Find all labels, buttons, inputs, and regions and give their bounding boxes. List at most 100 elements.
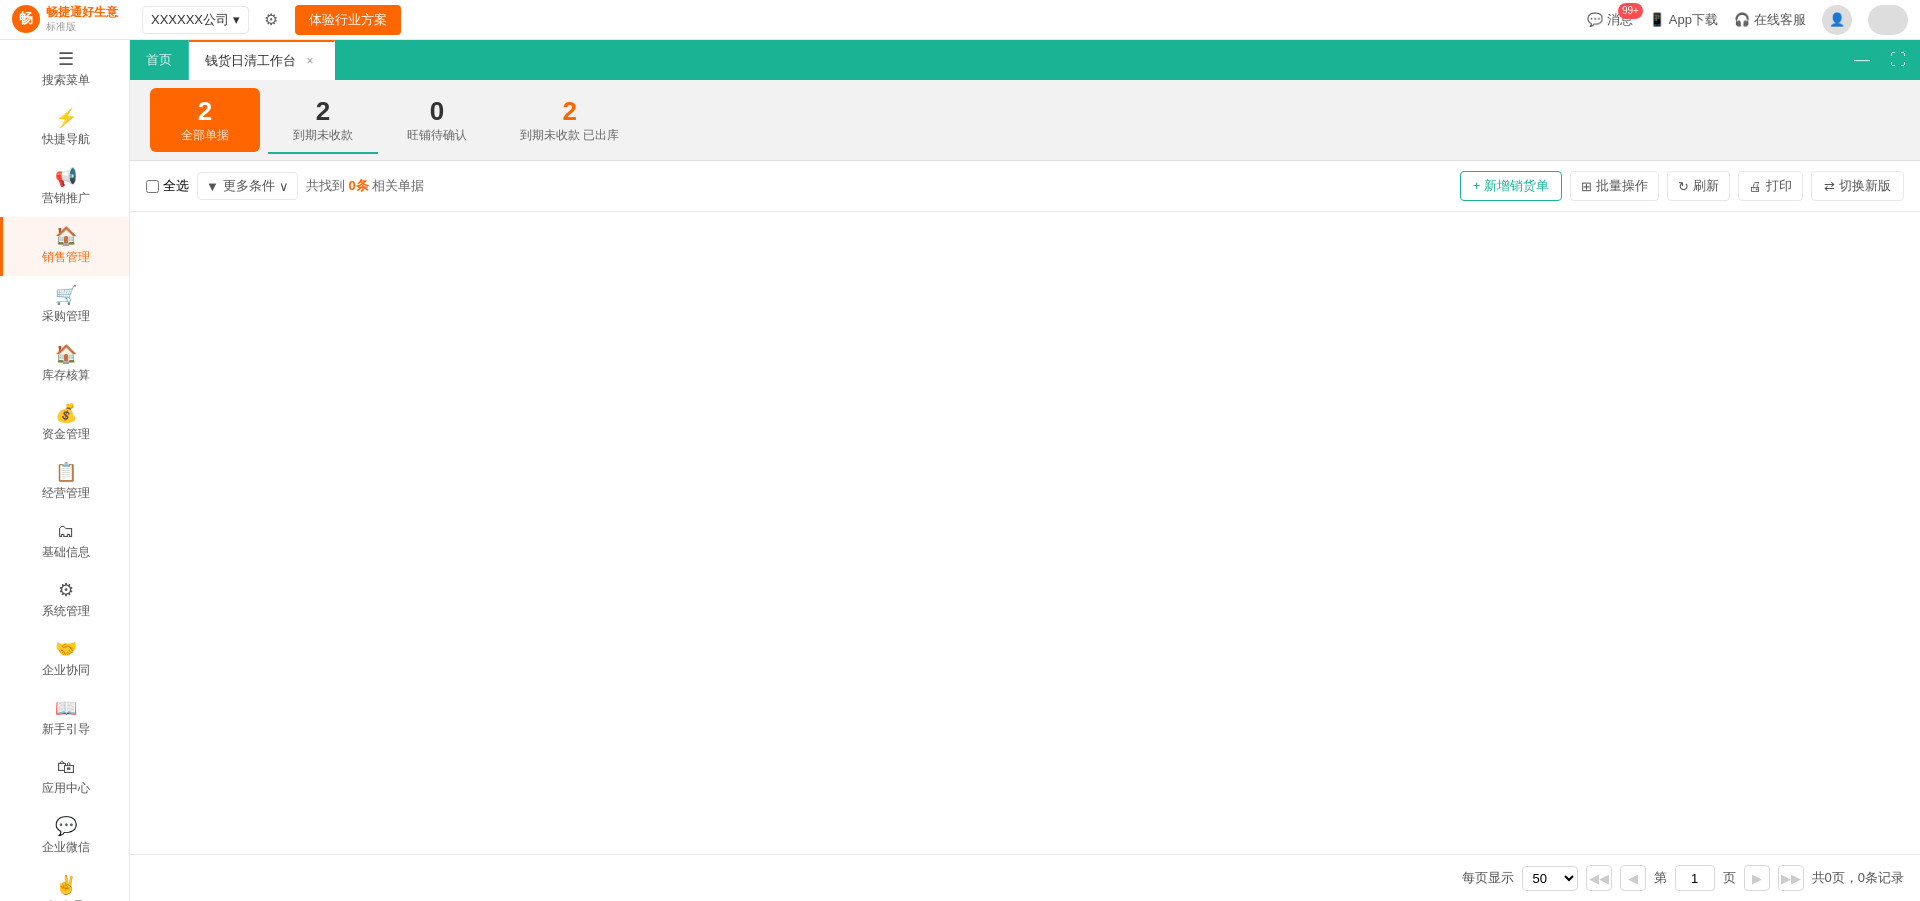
overdue-unpaid-label: 到期未收款 — [293, 127, 353, 144]
result-text: 共找到 0条 相关单据 — [306, 177, 424, 195]
stat-overdue-unpaid[interactable]: 2 到期未收款 — [268, 86, 378, 154]
quick-nav-icon: ⚡ — [55, 109, 77, 127]
sidebar-item-wechat[interactable]: 💬 企业微信 — [0, 807, 129, 866]
last-page-button[interactable]: ▶▶ — [1778, 865, 1804, 891]
filter-label: 更多条件 — [223, 177, 275, 195]
sidebar-item-guide[interactable]: 📖 新手引导 — [0, 689, 129, 748]
purchase-icon: 🛒 — [55, 286, 77, 304]
select-all-checkbox[interactable]: 全选 — [146, 177, 189, 195]
sidebar-label-finance: 资金管理 — [42, 426, 90, 443]
prev-page-button[interactable]: ◀ — [1620, 865, 1646, 891]
wechat-icon: 💬 — [55, 817, 77, 835]
sidebar-item-member[interactable]: ✌ 畅会员 — [0, 866, 129, 901]
sidebar-label-wechat: 企业微信 — [42, 839, 90, 856]
all-orders-label: 全部单据 — [181, 127, 229, 144]
logo-icon: 畅 — [12, 5, 40, 33]
sidebar-label-marketing: 营销推广 — [42, 190, 90, 207]
select-all-input[interactable] — [146, 180, 159, 193]
sidebar-label-purchase: 采购管理 — [42, 308, 90, 325]
sidebar-label-inventory: 库存核算 — [42, 367, 90, 384]
next-page-button[interactable]: ▶ — [1744, 865, 1770, 891]
refresh-button[interactable]: ↻ 刷新 — [1667, 171, 1730, 201]
sidebar-label-sales: 销售管理 — [42, 249, 90, 266]
sidebar-item-system[interactable]: ⚙ 系统管理 — [0, 571, 129, 630]
per-page-label: 每页显示 — [1462, 869, 1514, 887]
sidebar-item-quick-nav[interactable]: ⚡ 快捷导航 — [0, 99, 129, 158]
select-all-label: 全选 — [163, 177, 189, 195]
sidebar-item-basic-info[interactable]: 🗂 基础信息 — [0, 512, 129, 571]
content-area: 首页 钱货日清工作台 × — ⛶ 2 全部单据 2 — [130, 40, 1920, 901]
company-name: XXXXXX公司 — [151, 11, 229, 29]
system-icon: ⚙ — [58, 581, 74, 599]
message-icon: 💬 — [1587, 12, 1603, 27]
sidebar-label-operations: 经营管理 — [42, 485, 90, 502]
service-label: 在线客服 — [1754, 11, 1806, 29]
sidebar-item-marketing[interactable]: 📢 营销推广 — [0, 158, 129, 217]
app-center-icon: 🛍 — [57, 758, 75, 776]
batch-icon: ⊞ — [1581, 179, 1592, 194]
tab-workbench[interactable]: 钱货日清工作台 × — [189, 40, 335, 80]
toolbar: 全选 ▼ 更多条件 ∨ 共找到 0条 相关单据 + 新增销货单 ⊞ 批量操作 — [130, 161, 1920, 212]
print-label: 打印 — [1766, 177, 1792, 195]
switch-version-button[interactable]: ⇄ 切换新版 — [1811, 171, 1904, 201]
avatar[interactable]: 👤 — [1822, 5, 1852, 35]
tab-minimize-button[interactable]: — — [1848, 46, 1876, 74]
stat-wangpu-confirm[interactable]: 0 旺铺待确认 — [382, 86, 492, 154]
header-right: 💬 消息 99+ 📱 App下载 🎧 在线客服 👤 — [1587, 5, 1908, 35]
basic-info-icon: 🗂 — [57, 522, 75, 540]
tab-underline — [268, 152, 378, 154]
page-number-input[interactable] — [1675, 865, 1715, 891]
sidebar-item-search-menu[interactable]: ☰ 搜索菜单 — [0, 40, 129, 99]
sidebar-item-inventory[interactable]: 🏠 库存核算 — [0, 335, 129, 394]
stat-overdue-shipped[interactable]: 2 到期未收款 已出库 — [496, 86, 643, 154]
sidebar-label-basic-info: 基础信息 — [42, 544, 90, 561]
overdue-shipped-number: 2 — [562, 96, 576, 127]
first-page-button[interactable]: ◀◀ — [1586, 865, 1612, 891]
print-button[interactable]: 🖨 打印 — [1738, 171, 1803, 201]
sidebar-item-purchase[interactable]: 🛒 采购管理 — [0, 276, 129, 335]
filter-button[interactable]: ▼ 更多条件 ∨ — [197, 172, 298, 200]
stat-all-orders[interactable]: 2 全部单据 — [150, 88, 260, 152]
pagination-bar: 每页显示 50 10 20 100 ◀◀ ◀ 第 页 ▶ ▶▶ 共0页，0条记录 — [130, 854, 1920, 901]
tab-home[interactable]: 首页 — [130, 40, 189, 80]
tab-close-button[interactable]: × — [302, 53, 318, 69]
user-icon: 👤 — [1829, 12, 1845, 27]
sidebar-item-sales[interactable]: 🏠 销售管理 — [0, 217, 129, 276]
table-area — [130, 212, 1920, 854]
tab-maximize-button[interactable]: ⛶ — [1884, 46, 1912, 74]
message-button[interactable]: 💬 消息 99+ — [1587, 11, 1633, 29]
wangpu-confirm-label: 旺铺待确认 — [407, 127, 467, 144]
sidebar-item-finance[interactable]: 💰 资金管理 — [0, 394, 129, 453]
sidebar: ☰ 搜索菜单 ⚡ 快捷导航 📢 营销推广 🏠 销售管理 🛒 采购管理 🏠 库存核… — [0, 40, 130, 901]
main-layout: ☰ 搜索菜单 ⚡ 快捷导航 📢 营销推广 🏠 销售管理 🛒 采购管理 🏠 库存核… — [0, 40, 1920, 901]
filter-icon: ▼ — [206, 179, 219, 194]
company-selector[interactable]: XXXXXX公司 ▾ — [142, 6, 249, 34]
chevron-icon: ∨ — [279, 179, 289, 194]
refresh-label: 刷新 — [1693, 177, 1719, 195]
search-menu-icon: ☰ — [58, 50, 74, 68]
online-service-button[interactable]: 🎧 在线客服 — [1734, 11, 1806, 29]
app-download-button[interactable]: 📱 App下载 — [1649, 11, 1718, 29]
wangpu-confirm-number: 0 — [430, 96, 444, 127]
tab-workbench-label: 钱货日清工作台 — [205, 52, 296, 70]
switch-label: 切换新版 — [1839, 177, 1891, 195]
stats-bar: 2 全部单据 2 到期未收款 0 旺铺待确认 2 到期未收款 已出库 — [130, 80, 1920, 161]
logo-text: 畅捷通好生意 标准版 — [46, 5, 118, 33]
per-page-select[interactable]: 50 10 20 100 — [1522, 866, 1578, 891]
enterprise-icon: 🤝 — [55, 640, 77, 658]
switch-icon: ⇄ — [1824, 179, 1835, 194]
tab-home-label: 首页 — [146, 51, 172, 69]
sidebar-item-app-center[interactable]: 🛍 应用中心 — [0, 748, 129, 807]
settings-button[interactable]: ⚙ — [257, 6, 285, 34]
trial-button[interactable]: 体验行业方案 — [295, 5, 401, 35]
sidebar-label-quick-nav: 快捷导航 — [42, 131, 90, 148]
sidebar-item-enterprise[interactable]: 🤝 企业协同 — [0, 630, 129, 689]
batch-button[interactable]: ⊞ 批量操作 — [1570, 171, 1659, 201]
sidebar-item-operations[interactable]: 📋 经营管理 — [0, 453, 129, 512]
member-icon: ✌ — [55, 876, 77, 894]
all-orders-number: 2 — [198, 96, 212, 127]
batch-label: 批量操作 — [1596, 177, 1648, 195]
new-order-button[interactable]: + 新增销货单 — [1460, 171, 1562, 201]
page-end-label: 页 — [1723, 869, 1736, 887]
toolbar-right: + 新增销货单 ⊞ 批量操作 ↻ 刷新 🖨 打印 ⇄ 切换新版 — [1460, 171, 1904, 201]
